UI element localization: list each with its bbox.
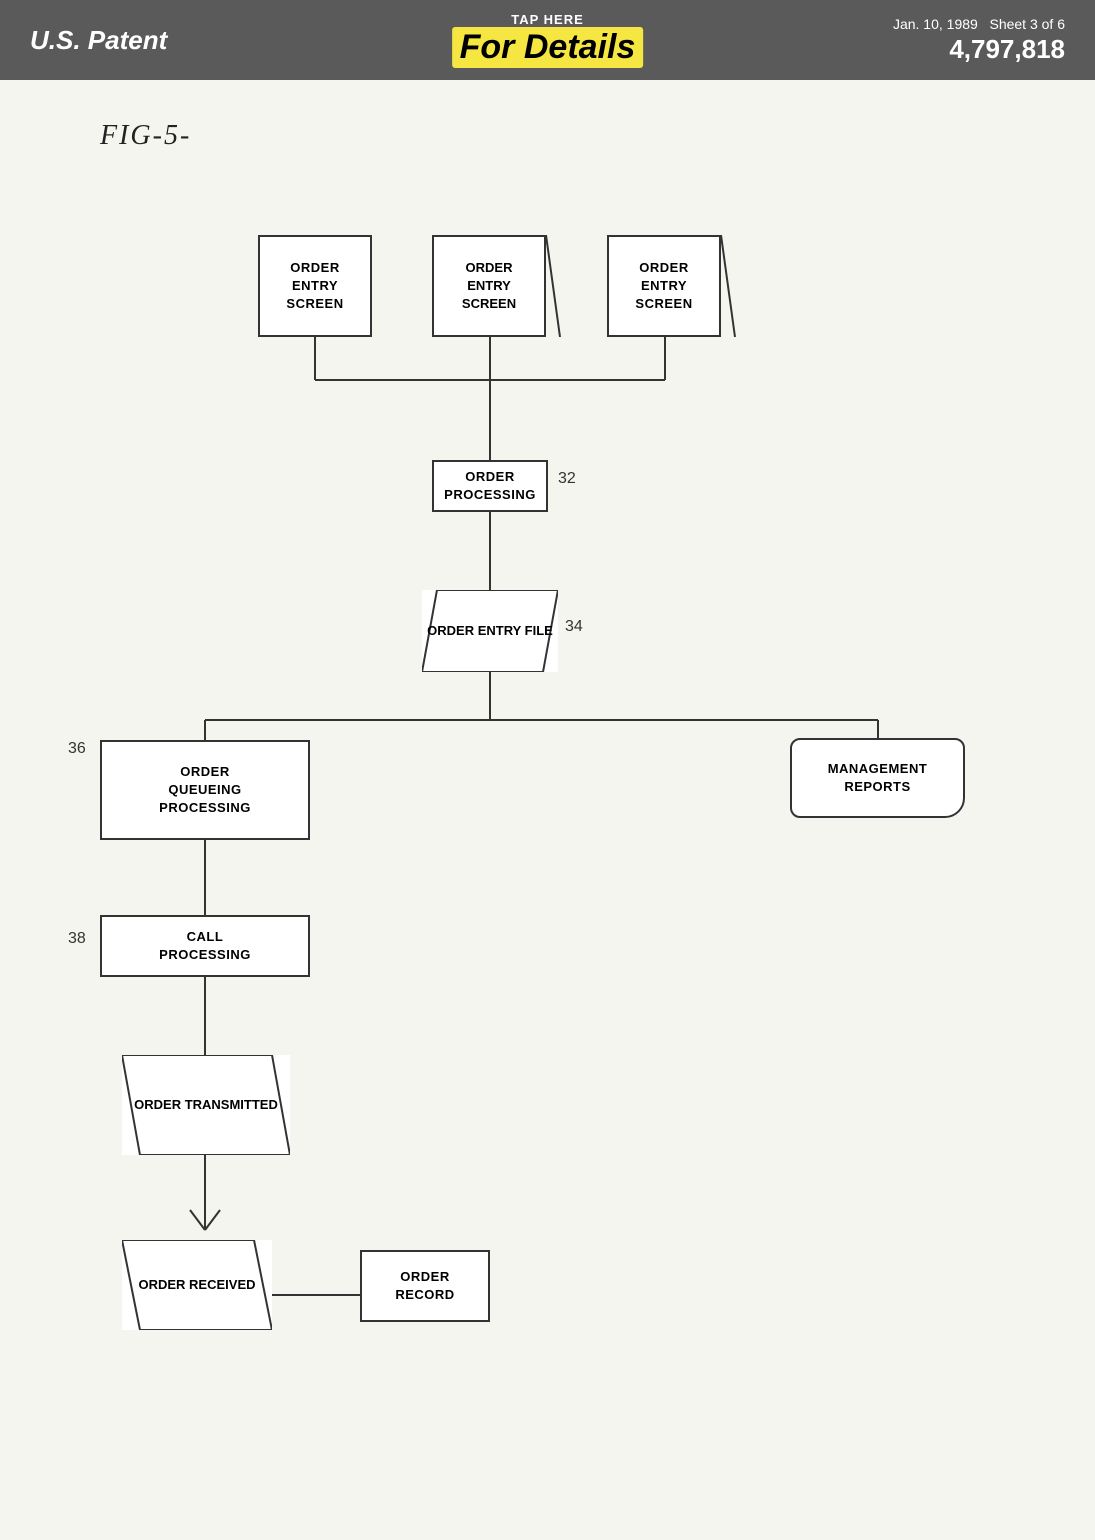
ref-32: 32	[558, 470, 576, 488]
header-center[interactable]: TAP HERE For Details	[452, 12, 644, 68]
ref-36: 36	[68, 740, 86, 758]
header-right: Jan. 10, 1989 Sheet 3 of 6 4,797,818	[893, 16, 1065, 65]
patent-number: 4,797,818	[949, 34, 1065, 65]
order-entry-screen-2: ORDER ENTRY SCREEN	[432, 235, 546, 337]
order-entry-file-box: ORDER ENTRY FILE	[422, 590, 558, 672]
for-details-button[interactable]: For Details	[452, 27, 644, 68]
ref-34: 34	[565, 618, 583, 636]
patent-label: U.S. Patent	[30, 25, 167, 56]
content-area: FIG-5- ORDER ENTRY SCREEN ORDER ENTRY SC…	[0, 80, 1095, 1540]
management-reports-box: MANAGEMENT REPORTS	[790, 738, 965, 818]
order-queueing-box: ORDER QUEUEING PROCESSING	[100, 740, 310, 840]
date-text: Jan. 10, 1989 Sheet 3 of 6	[893, 16, 1065, 32]
page-header: U.S. Patent TAP HERE For Details Jan. 10…	[0, 0, 1095, 80]
ref-38: 38	[68, 930, 86, 948]
order-processing-box: ORDER PROCESSING	[432, 460, 548, 512]
order-entry-screen-3: ORDER ENTRY SCREEN	[607, 235, 721, 337]
figure-label: FIG-5-	[100, 120, 191, 152]
order-entry-screen-1: ORDER ENTRY SCREEN	[258, 235, 372, 337]
call-processing-box: CALL PROCESSING	[100, 915, 310, 977]
order-received-box: ORDER RECEIVED	[122, 1240, 272, 1330]
order-transmitted-box: ORDER TRANSMITTED	[122, 1055, 290, 1155]
order-record-box: ORDER RECORD	[360, 1250, 490, 1322]
tap-here-label: TAP HERE	[511, 12, 584, 27]
